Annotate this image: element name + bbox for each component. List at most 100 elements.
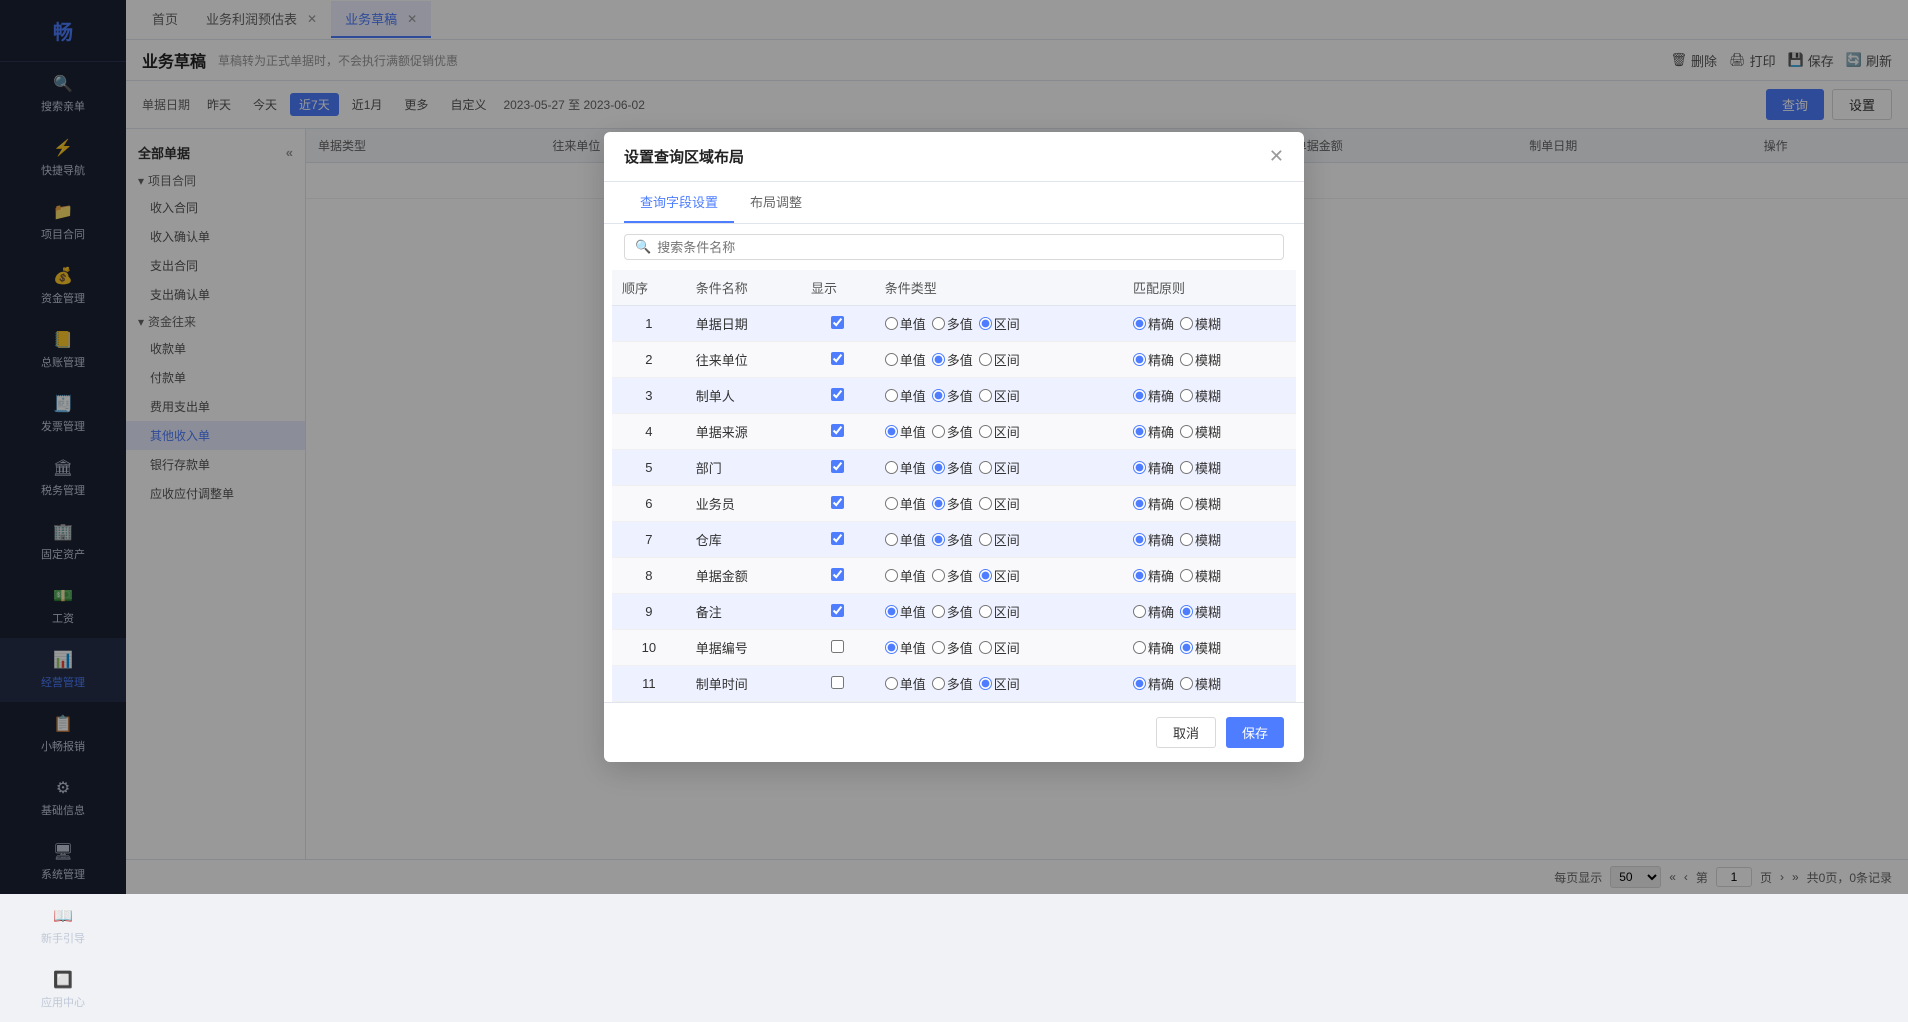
type-radio-multi[interactable]: 多值 (932, 494, 973, 513)
sidebar-item-app[interactable]: 🔲 应用中心 (0, 958, 126, 1022)
match-radio-fuzzy[interactable]: 模糊 (1180, 638, 1221, 657)
type-radio-single[interactable]: 单值 (885, 638, 926, 657)
type-radio-multi[interactable]: 多值 (932, 314, 973, 333)
match-radio-exact[interactable]: 精确 (1133, 566, 1174, 585)
type-radio-range[interactable]: 区间 (979, 638, 1020, 657)
search-input[interactable] (657, 240, 857, 255)
type-radio-single[interactable]: 单值 (885, 458, 926, 477)
dialog-column-header: 显示 (801, 270, 875, 306)
dialog-table-row: 9备注单值多值区间精确模糊 (612, 594, 1296, 630)
type-radio-multi[interactable]: 多值 (932, 674, 973, 693)
show-checkbox[interactable] (831, 460, 844, 473)
app-icon: 🔲 (53, 970, 73, 990)
type-radio-multi[interactable]: 多值 (932, 566, 973, 585)
row-order: 9 (612, 594, 686, 630)
show-checkbox[interactable] (831, 316, 844, 329)
save-button[interactable]: 保存 (1226, 717, 1284, 748)
type-radio-single[interactable]: 单值 (885, 566, 926, 585)
dialog-tab-layout[interactable]: 布局调整 (734, 182, 818, 223)
match-radio-exact[interactable]: 精确 (1133, 386, 1174, 405)
match-radio-exact[interactable]: 精确 (1133, 422, 1174, 441)
row-order: 4 (612, 414, 686, 450)
dialog-table-row: 8单据金额单值多值区间精确模糊 (612, 558, 1296, 594)
row-show-cell (801, 450, 875, 486)
newbie-icon: 📖 (53, 906, 73, 926)
dialog-column-header: 条件名称 (686, 270, 801, 306)
match-radio-exact[interactable]: 精确 (1133, 314, 1174, 333)
match-radio-fuzzy[interactable]: 模糊 (1180, 422, 1221, 441)
type-radio-range[interactable]: 区间 (979, 350, 1020, 369)
sidebar-label: 新手引导 (41, 930, 85, 946)
type-radio-range[interactable]: 区间 (979, 458, 1020, 477)
match-radio-fuzzy[interactable]: 模糊 (1180, 458, 1221, 477)
match-radio-fuzzy[interactable]: 模糊 (1180, 566, 1221, 585)
type-radio-single[interactable]: 单值 (885, 494, 926, 513)
match-radio-fuzzy[interactable]: 模糊 (1180, 494, 1221, 513)
show-checkbox[interactable] (831, 676, 844, 689)
type-radio-range[interactable]: 区间 (979, 602, 1020, 621)
row-type-cell: 单值多值区间 (875, 594, 1123, 630)
row-condition-name: 往来单位 (686, 342, 801, 378)
row-show-cell (801, 630, 875, 666)
type-radio-range[interactable]: 区间 (979, 566, 1020, 585)
match-radio-exact[interactable]: 精确 (1133, 350, 1174, 369)
dialog-column-header: 顺序 (612, 270, 686, 306)
dialog-title: 设置查询区域布局 (624, 146, 744, 167)
type-radio-single[interactable]: 单值 (885, 422, 926, 441)
type-radio-range[interactable]: 区间 (979, 422, 1020, 441)
type-radio-range[interactable]: 区间 (979, 674, 1020, 693)
show-checkbox[interactable] (831, 568, 844, 581)
match-radio-fuzzy[interactable]: 模糊 (1180, 314, 1221, 333)
type-radio-single[interactable]: 单值 (885, 314, 926, 333)
type-radio-multi[interactable]: 多值 (932, 530, 973, 549)
match-radio-exact[interactable]: 精确 (1133, 638, 1174, 657)
show-checkbox[interactable] (831, 352, 844, 365)
show-checkbox[interactable] (831, 388, 844, 401)
type-radio-multi[interactable]: 多值 (932, 350, 973, 369)
dialog-table-row: 10单据编号单值多值区间精确模糊 (612, 630, 1296, 666)
type-radio-single[interactable]: 单值 (885, 386, 926, 405)
type-radio-range[interactable]: 区间 (979, 386, 1020, 405)
show-checkbox[interactable] (831, 496, 844, 509)
match-radio-exact[interactable]: 精确 (1133, 530, 1174, 549)
row-show-cell (801, 414, 875, 450)
show-checkbox[interactable] (831, 532, 844, 545)
row-condition-name: 部门 (686, 450, 801, 486)
type-radio-single[interactable]: 单值 (885, 674, 926, 693)
type-radio-multi[interactable]: 多值 (932, 458, 973, 477)
match-radio-exact[interactable]: 精确 (1133, 458, 1174, 477)
type-radio-single[interactable]: 单值 (885, 350, 926, 369)
row-type-cell: 单值多值区间 (875, 630, 1123, 666)
type-radio-multi[interactable]: 多值 (932, 422, 973, 441)
dialog-footer: 取消 保存 (604, 702, 1304, 762)
match-radio-fuzzy[interactable]: 模糊 (1180, 530, 1221, 549)
type-radio-single[interactable]: 单值 (885, 602, 926, 621)
match-radio-fuzzy[interactable]: 模糊 (1180, 350, 1221, 369)
cancel-button[interactable]: 取消 (1156, 717, 1216, 748)
show-checkbox[interactable] (831, 424, 844, 437)
type-radio-multi[interactable]: 多值 (932, 638, 973, 657)
show-checkbox[interactable] (831, 604, 844, 617)
match-radio-fuzzy[interactable]: 模糊 (1180, 674, 1221, 693)
match-radio-exact[interactable]: 精确 (1133, 602, 1174, 621)
dialog-close-button[interactable]: ✕ (1269, 146, 1284, 167)
type-radio-multi[interactable]: 多值 (932, 602, 973, 621)
row-match-cell: 精确模糊 (1123, 378, 1296, 414)
type-radio-range[interactable]: 区间 (979, 530, 1020, 549)
type-radio-range[interactable]: 区间 (979, 314, 1020, 333)
row-match-cell: 精确模糊 (1123, 630, 1296, 666)
dialog-tab-fields[interactable]: 查询字段设置 (624, 182, 734, 223)
match-radio-fuzzy[interactable]: 模糊 (1180, 386, 1221, 405)
show-checkbox[interactable] (831, 640, 844, 653)
type-radio-single[interactable]: 单值 (885, 530, 926, 549)
row-condition-name: 制单人 (686, 378, 801, 414)
sidebar-label: 应用中心 (41, 994, 85, 1010)
match-radio-exact[interactable]: 精确 (1133, 494, 1174, 513)
match-radio-exact[interactable]: 精确 (1133, 674, 1174, 693)
row-condition-name: 制单时间 (686, 666, 801, 702)
sidebar-item-newbie[interactable]: 📖 新手引导 (0, 894, 126, 958)
dialog-table-row: 5部门单值多值区间精确模糊 (612, 450, 1296, 486)
type-radio-multi[interactable]: 多值 (932, 386, 973, 405)
type-radio-range[interactable]: 区间 (979, 494, 1020, 513)
match-radio-fuzzy[interactable]: 模糊 (1180, 602, 1221, 621)
